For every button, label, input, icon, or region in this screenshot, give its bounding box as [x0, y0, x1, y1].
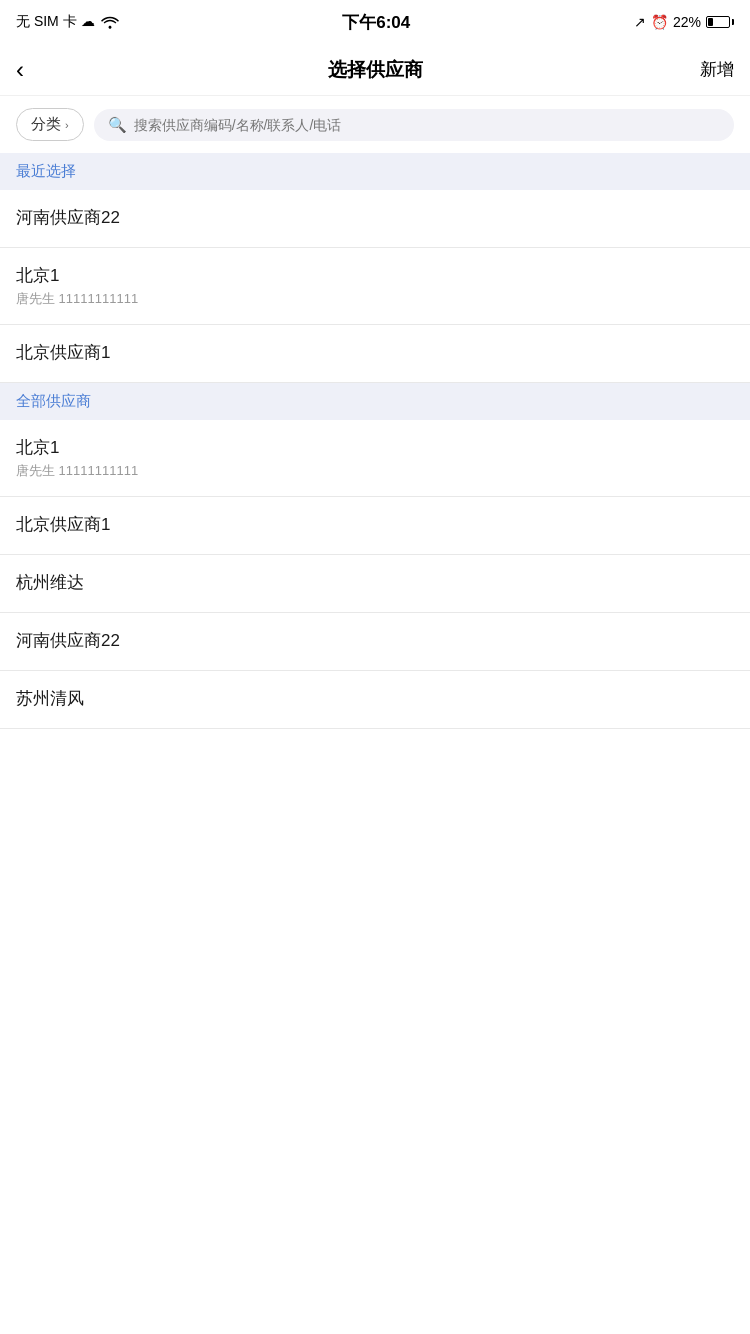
item-subtitle: 唐先生 11111111111: [16, 290, 734, 308]
search-bar[interactable]: 🔍: [94, 109, 734, 141]
location-icon: ↗: [634, 14, 646, 30]
sim-text: 无 SIM 卡 ☁: [16, 13, 95, 31]
status-left: 无 SIM 卡 ☁: [16, 13, 119, 31]
status-bar: 无 SIM 卡 ☁ 下午6:04 ↗ ⏰ 22%: [0, 0, 750, 44]
list-item[interactable]: 北京供应商1: [0, 497, 750, 555]
item-name: 北京1: [16, 436, 734, 459]
section-header-all: 全部供应商: [0, 383, 750, 420]
wifi-icon: [101, 15, 119, 29]
search-icon: 🔍: [108, 116, 127, 134]
status-time: 下午6:04: [342, 11, 410, 34]
chevron-right-icon: ›: [65, 119, 69, 131]
section-header-recent: 最近选择: [0, 153, 750, 190]
list-item[interactable]: 杭州维达: [0, 555, 750, 613]
section-header-label: 最近选择: [16, 162, 76, 179]
section-header-label: 全部供应商: [16, 392, 91, 409]
list-item[interactable]: 苏州清风: [0, 671, 750, 729]
toolbar: 分类 › 🔍: [0, 96, 750, 153]
battery-percent: 22%: [673, 14, 701, 30]
add-button[interactable]: 新增: [690, 58, 734, 81]
list-item[interactable]: 河南供应商22: [0, 190, 750, 248]
page-title: 选择供应商: [328, 57, 423, 83]
item-name: 河南供应商22: [16, 206, 734, 229]
item-name: 北京供应商1: [16, 513, 734, 536]
back-button[interactable]: ‹: [16, 56, 60, 84]
list-item[interactable]: 北京1 唐先生 11111111111: [0, 248, 750, 325]
list-item[interactable]: 北京供应商1: [0, 325, 750, 383]
search-input[interactable]: [134, 117, 720, 133]
battery-icon: [706, 16, 734, 28]
sections-container: 最近选择河南供应商22 北京1 唐先生 11111111111 北京供应商1 全部供应商…: [0, 153, 750, 729]
alarm-icon: ⏰: [651, 14, 668, 30]
nav-bar: ‹ 选择供应商 新增: [0, 44, 750, 96]
list-item[interactable]: 河南供应商22: [0, 613, 750, 671]
category-button[interactable]: 分类 ›: [16, 108, 84, 141]
list-item[interactable]: 北京1 唐先生 11111111111: [0, 420, 750, 497]
item-name: 北京1: [16, 264, 734, 287]
item-name: 北京供应商1: [16, 341, 734, 364]
item-name: 河南供应商22: [16, 629, 734, 652]
status-right: ↗ ⏰ 22%: [634, 14, 734, 30]
item-subtitle: 唐先生 11111111111: [16, 462, 734, 480]
item-name: 杭州维达: [16, 571, 734, 594]
item-name: 苏州清风: [16, 687, 734, 710]
category-label: 分类: [31, 115, 61, 134]
